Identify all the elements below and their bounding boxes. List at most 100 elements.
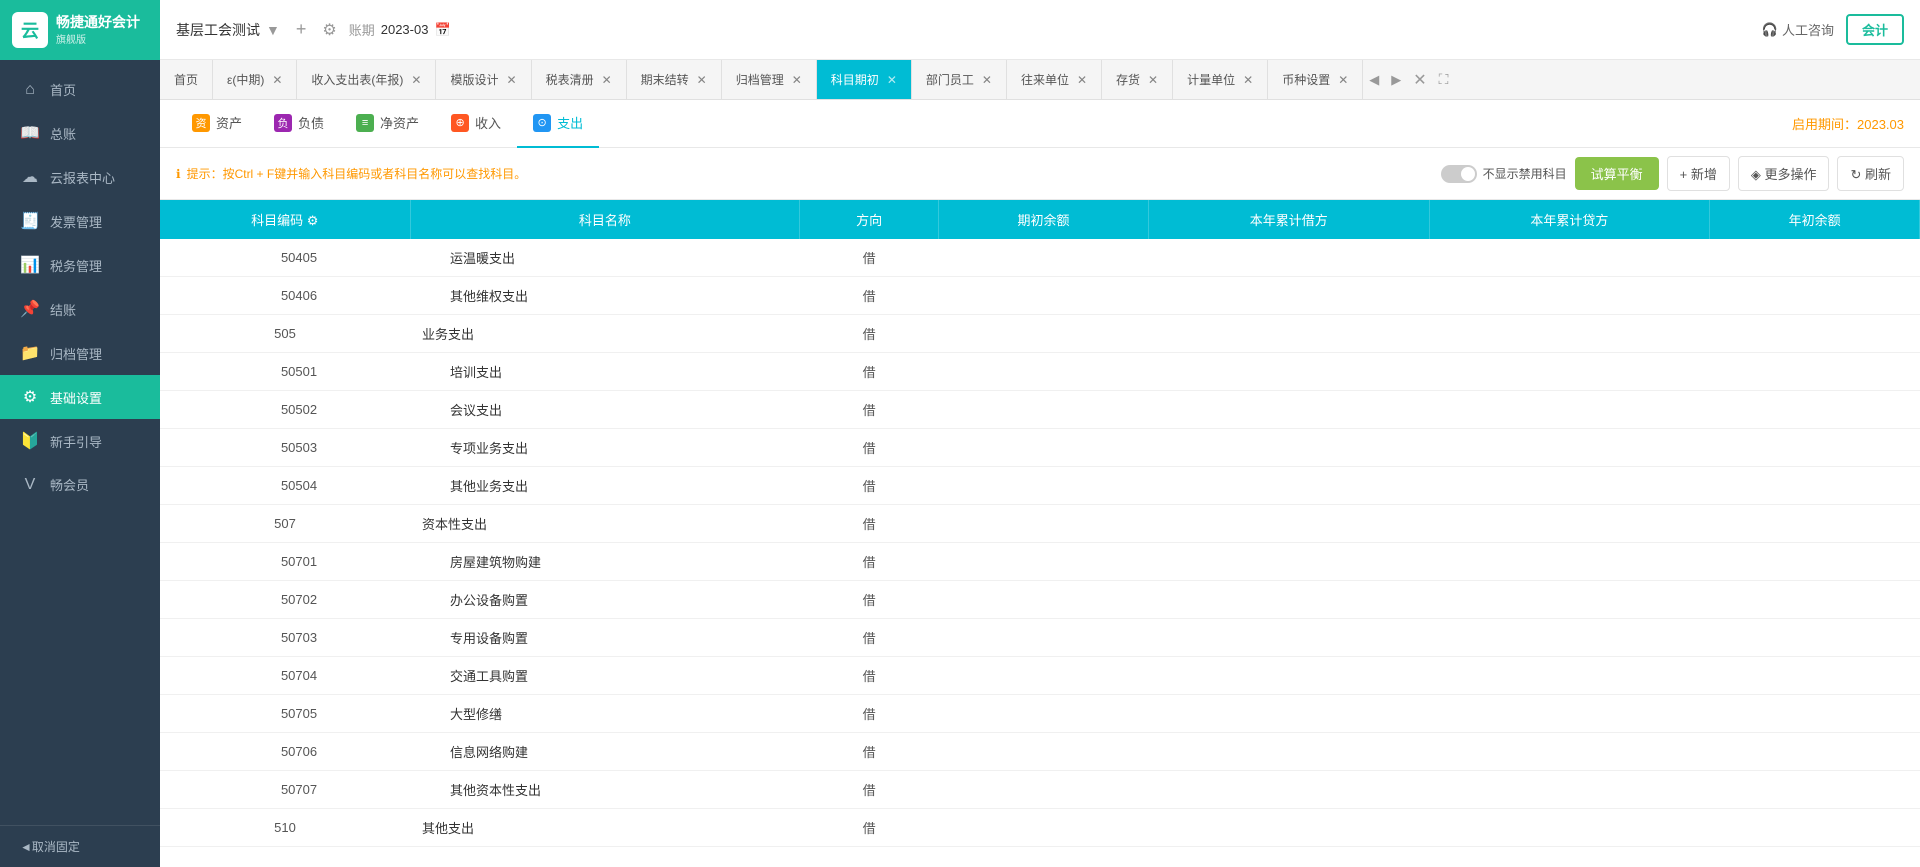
- refresh-btn[interactable]: ↻ 刷新: [1837, 156, 1904, 191]
- cell-year-opening-3: [1710, 353, 1920, 391]
- tab-label-subject-init: 科目期初: [831, 71, 879, 88]
- tab-expand-btn[interactable]: ⛶: [1433, 71, 1455, 88]
- cell-opening-12: [939, 695, 1149, 733]
- tab-close-income-annual[interactable]: ✕: [411, 73, 421, 87]
- cell-ytd-credit-13: [1429, 733, 1710, 771]
- member-label: 畅会员: [50, 475, 89, 494]
- table-row[interactable]: 50704 交通工具购置 借: [160, 657, 1920, 695]
- cell-direction-13: 借: [800, 733, 939, 771]
- company-selector[interactable]: 基层工会测试 ▼: [176, 20, 280, 40]
- tab-close-inventory[interactable]: ✕: [1148, 73, 1158, 87]
- table-row[interactable]: 50702 办公设备购置 借: [160, 581, 1920, 619]
- filter-tab-liability[interactable]: 负 负债: [258, 100, 340, 148]
- cell-opening-6: [939, 467, 1149, 505]
- cell-direction-8: 借: [800, 543, 939, 581]
- tab-dept-staff[interactable]: 部门员工✕: [912, 60, 1007, 100]
- table-row[interactable]: 50405 运温暖支出 借: [160, 239, 1920, 277]
- tab-tax-clear[interactable]: 税表清册✕: [532, 60, 627, 100]
- filter-tab-equity[interactable]: ≡ 净资产: [340, 100, 435, 148]
- sidebar-item-member[interactable]: V 畅会员: [0, 463, 160, 506]
- tab-close-subject-init[interactable]: ✕: [887, 73, 897, 87]
- filter-tab-expense[interactable]: ⊙ 支出: [517, 100, 599, 148]
- cell-ytd-debit-2: [1148, 315, 1429, 353]
- tab-close-archive-mgmt[interactable]: ✕: [792, 73, 802, 87]
- table-row[interactable]: 50701 房屋建筑物购建 借: [160, 543, 1920, 581]
- tab-close-dept-staff[interactable]: ✕: [982, 73, 992, 87]
- tab-currency[interactable]: 币种设置✕: [1268, 60, 1363, 100]
- tab-inventory[interactable]: 存货✕: [1102, 60, 1173, 100]
- tax-icon: 📊: [20, 255, 40, 275]
- tab-unit[interactable]: 计量单位✕: [1173, 60, 1268, 100]
- user-role-btn[interactable]: 会计: [1846, 14, 1904, 45]
- table-row[interactable]: 50501 培训支出 借: [160, 353, 1920, 391]
- tab-subject-init[interactable]: 科目期初 ✕: [817, 60, 912, 100]
- table-row[interactable]: 50503 专项业务支出 借: [160, 429, 1920, 467]
- cell-year-opening-13: [1710, 733, 1920, 771]
- tab-close-all-btn[interactable]: ✕: [1407, 70, 1432, 90]
- tab-scroll-left[interactable]: ◀: [1363, 72, 1385, 88]
- add-company-btn[interactable]: +: [292, 19, 311, 40]
- cell-code-1: 50406: [160, 277, 410, 315]
- tab-close-unit[interactable]: ✕: [1243, 73, 1253, 87]
- hint-text: ℹ 提示：按Ctrl + F键并输入科目编码或者科目名称可以查找科目。: [176, 165, 1433, 182]
- sidebar-item-ledger[interactable]: 📖 总账: [0, 111, 160, 155]
- tab-interim[interactable]: ε(中期)✕: [213, 60, 297, 100]
- sidebar-item-reports[interactable]: ☁ 云报表中心: [0, 155, 160, 199]
- table-row[interactable]: 50707 其他资本性支出 借: [160, 771, 1920, 809]
- cell-name-0: 运温暖支出: [410, 239, 800, 277]
- balance-btn[interactable]: 试算平衡: [1575, 157, 1659, 190]
- cell-opening-9: [939, 581, 1149, 619]
- table-row[interactable]: 507 资本性支出 借: [160, 505, 1920, 543]
- sidebar-item-archive[interactable]: 📁 归档管理: [0, 331, 160, 375]
- table-row[interactable]: 50406 其他维权支出 借: [160, 277, 1920, 315]
- cell-direction-5: 借: [800, 429, 939, 467]
- calendar-icon[interactable]: 📅: [434, 22, 450, 38]
- support-btn[interactable]: 🎧 人工咨询: [1762, 20, 1834, 39]
- cell-code-14: 50707: [160, 771, 410, 809]
- table-row[interactable]: 50705 大型修缮 借: [160, 695, 1920, 733]
- company-dropdown-icon: ▼: [266, 22, 280, 38]
- filter-tab-income[interactable]: ⊕ 收入: [435, 100, 517, 148]
- sidebar-item-settings[interactable]: ⚙ 基础设置: [0, 375, 160, 419]
- guide-icon: 🔰: [20, 431, 40, 451]
- sidebar-item-home[interactable]: ⌂ 首页: [0, 68, 160, 111]
- tab-close-interim[interactable]: ✕: [272, 73, 282, 87]
- tab-scroll-right[interactable]: ▶: [1385, 72, 1407, 88]
- sidebar-item-guide[interactable]: 🔰 新手引导: [0, 419, 160, 463]
- table-row[interactable]: 50502 会议支出 借: [160, 391, 1920, 429]
- tab-home[interactable]: 首页: [160, 60, 213, 100]
- tab-income-annual[interactable]: 收入支出表(年报)✕: [297, 60, 436, 100]
- tab-template[interactable]: 模版设计✕: [436, 60, 531, 100]
- cell-opening-8: [939, 543, 1149, 581]
- cell-year-opening-8: [1710, 543, 1920, 581]
- sidebar-item-tax[interactable]: 📊 税务管理: [0, 243, 160, 287]
- subject-type-filter: 资 资产负 负债≡ 净资产⊕ 收入⊙ 支出 启用期间：2023.03: [160, 100, 1920, 148]
- cell-ytd-debit-15: [1148, 809, 1429, 847]
- table-row[interactable]: 505 业务支出 借: [160, 315, 1920, 353]
- more-actions-btn[interactable]: ◈ 更多操作: [1738, 156, 1830, 191]
- tab-close-tax-clear[interactable]: ✕: [602, 73, 612, 87]
- table-row[interactable]: 50504 其他业务支出 借: [160, 467, 1920, 505]
- add-subject-btn[interactable]: + 新增: [1667, 156, 1730, 191]
- filter-tab-asset[interactable]: 资 资产: [176, 100, 258, 148]
- tab-counterparty[interactable]: 往来单位✕: [1007, 60, 1102, 100]
- sidebar-item-invoice[interactable]: 🧾 发票管理: [0, 199, 160, 243]
- tab-close-counterparty[interactable]: ✕: [1077, 73, 1087, 87]
- invoice-label: 发票管理: [50, 212, 102, 231]
- tab-close-template[interactable]: ✕: [507, 73, 517, 87]
- tab-period-end[interactable]: 期末结转✕: [627, 60, 722, 100]
- table-row[interactable]: 50703 专用设备购置 借: [160, 619, 1920, 657]
- sidebar-item-closing[interactable]: 📌 结账: [0, 287, 160, 331]
- cell-code-2: 505: [160, 315, 410, 353]
- table-row[interactable]: 50706 信息网络购建 借: [160, 733, 1920, 771]
- table-row[interactable]: 510 其他支出 借: [160, 809, 1920, 847]
- cell-opening-1: [939, 277, 1149, 315]
- col-header-year-opening: 年初余额: [1710, 200, 1920, 239]
- tab-close-period-end[interactable]: ✕: [697, 73, 707, 87]
- disabled-subjects-toggle[interactable]: [1441, 165, 1477, 183]
- sidebar-collapse-btn[interactable]: ◄取消固定: [0, 825, 160, 867]
- settings-icon[interactable]: ⚙: [322, 20, 336, 40]
- gear-icon[interactable]: ⚙: [307, 213, 319, 228]
- tab-close-currency[interactable]: ✕: [1338, 73, 1348, 87]
- tab-archive-mgmt[interactable]: 归档管理✕: [722, 60, 817, 100]
